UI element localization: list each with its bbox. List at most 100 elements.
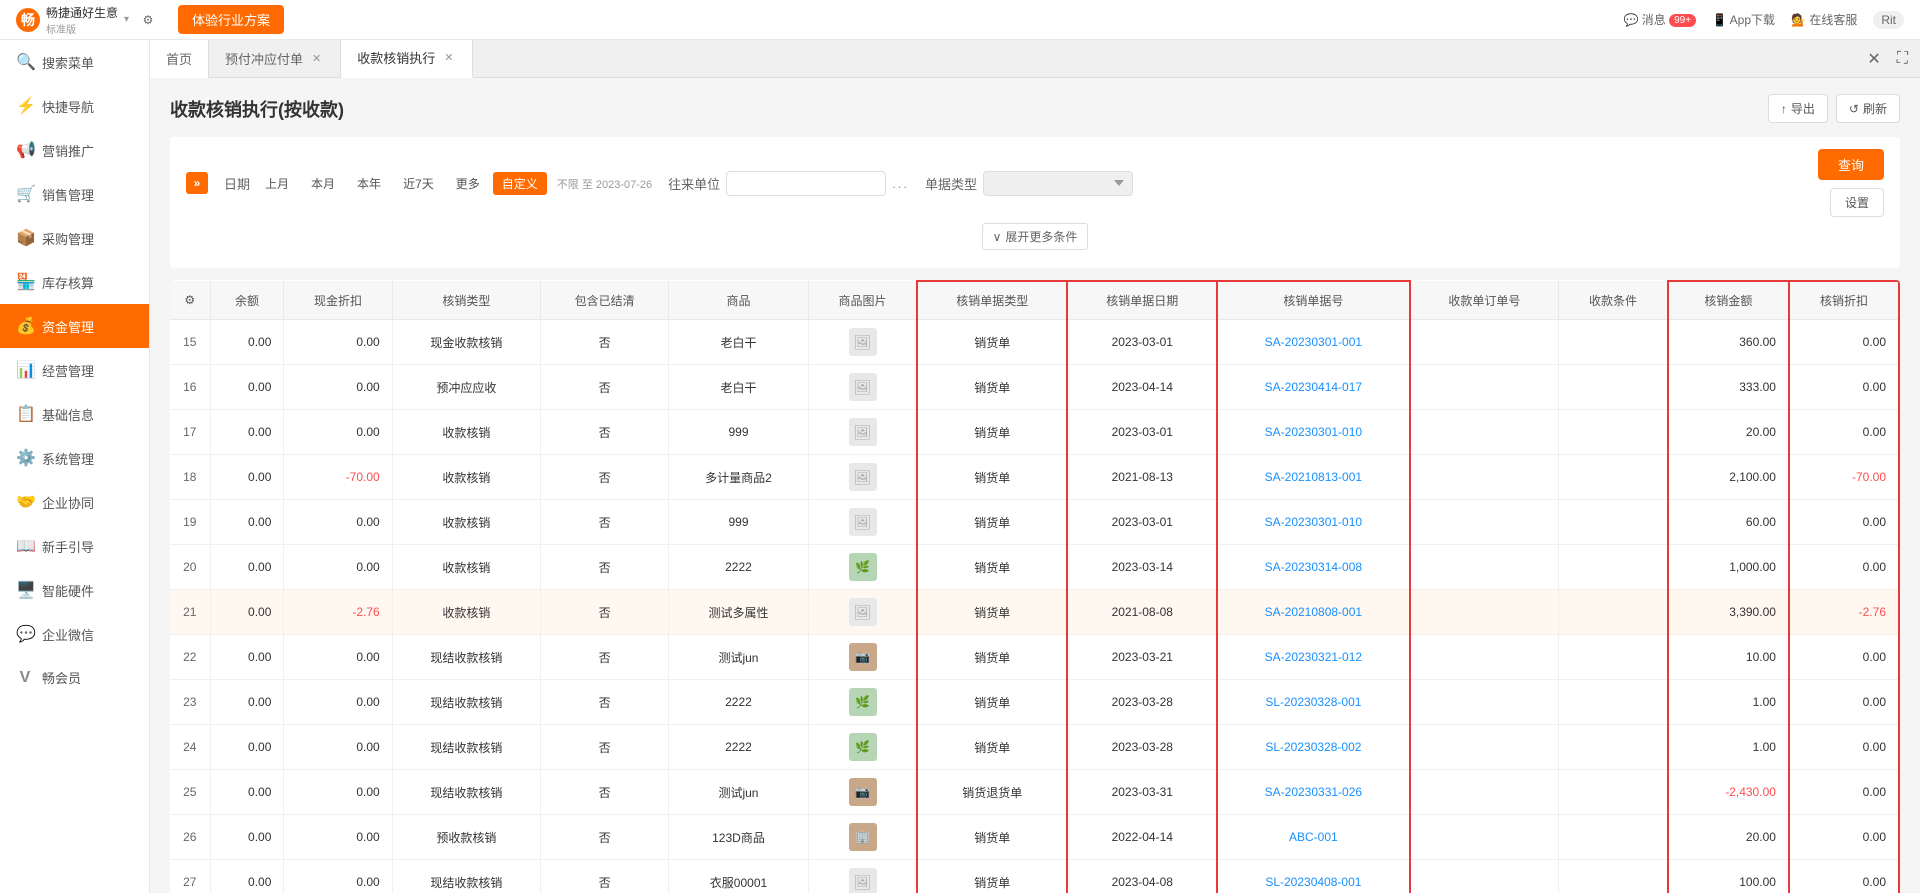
sales-icon: 🛒 <box>16 184 34 204</box>
date-tag-this-month[interactable]: 本月 <box>302 172 344 195</box>
sidebar-label-search: 搜索菜单 <box>42 53 94 72</box>
logo-dropdown-arrow[interactable]: ▾ <box>124 14 129 25</box>
bill-no[interactable]: SA-20230301-001 <box>1217 320 1409 365</box>
refresh-btn[interactable]: ↺ 刷新 <box>1836 94 1900 123</box>
sidebar-item-member[interactable]: V 畅会员 <box>0 656 149 699</box>
bill-no[interactable]: SA-20230414-017 <box>1217 365 1409 410</box>
recv-condition <box>1559 545 1668 590</box>
sidebar-item-purchase[interactable]: 📦 采购管理 <box>0 216 149 260</box>
date-tag-last-month[interactable]: 上月 <box>256 172 298 195</box>
bill-no[interactable]: SA-20230321-012 <box>1217 635 1409 680</box>
row-num: 22 <box>170 635 210 680</box>
settings-btn[interactable]: 设置 <box>1830 188 1884 217</box>
filter-expand-btn[interactable]: » <box>186 172 208 194</box>
tab-prepay-close[interactable]: ✕ <box>309 51 324 66</box>
bill-no-link[interactable]: SA-20230321-012 <box>1265 650 1362 664</box>
bill-no[interactable]: SL-20230408-001 <box>1217 860 1409 893</box>
sidebar-item-nav[interactable]: ⚡ 快捷导航 <box>0 84 149 128</box>
sidebar-item-finance[interactable]: 💰 资金管理 <box>0 304 149 348</box>
bill-no-link[interactable]: SA-20230331-026 <box>1265 785 1362 799</box>
bill-no-link[interactable]: SA-20210808-001 <box>1265 605 1362 619</box>
bill-no-link[interactable]: SL-20230328-002 <box>1265 740 1361 754</box>
tab-close-all-btn[interactable]: ✕ <box>1863 45 1884 73</box>
expand-conditions-btn[interactable]: ∨ 展开更多条件 <box>982 223 1089 250</box>
sidebar-item-hardware[interactable]: 🖥️ 智能硬件 <box>0 568 149 612</box>
bill-no[interactable]: SA-20230331-026 <box>1217 770 1409 815</box>
bill-no[interactable]: SA-20210808-001 <box>1217 590 1409 635</box>
sidebar-item-guide[interactable]: 📖 新手引导 <box>0 524 149 568</box>
industry-btn[interactable]: 体验行业方案 <box>178 5 284 34</box>
product: 2222 <box>669 680 808 725</box>
bill-no[interactable]: SA-20210813-001 <box>1217 455 1409 500</box>
row-num: 15 <box>170 320 210 365</box>
table-row: 23 0.00 0.00 现结收款核销 否 2222 🌿 销货单 2023-03… <box>170 680 1899 725</box>
guide-icon: 📖 <box>16 536 34 556</box>
bill-no-link[interactable]: SL-20230408-001 <box>1265 875 1361 889</box>
order-type-select[interactable] <box>983 171 1133 196</box>
date-tag-this-year[interactable]: 本年 <box>348 172 390 195</box>
bill-no[interactable]: SL-20230328-002 <box>1217 725 1409 770</box>
tab-home-label: 首页 <box>166 49 192 68</box>
bill-no[interactable]: SA-20230301-010 <box>1217 500 1409 545</box>
bill-no-link[interactable]: SA-20230314-008 <box>1265 560 1362 574</box>
bill-no-link[interactable]: SA-20230301-010 <box>1265 425 1362 439</box>
data-table: ⚙ 余额 现金折扣 核销类型 包含已结清 商品 商品图片 核销单据类型 核销单据… <box>170 280 1900 893</box>
balance: 0.00 <box>210 500 284 545</box>
wechat-icon: 💬 <box>16 624 34 644</box>
tab-home[interactable]: 首页 <box>150 40 209 78</box>
discount-value: 0.00 <box>356 560 379 574</box>
recv-order-no <box>1410 635 1559 680</box>
bill-no-link[interactable]: SA-20230301-010 <box>1265 515 1362 529</box>
writeoff-type: 预冲应应收 <box>392 365 540 410</box>
sidebar-item-base[interactable]: 📋 基础信息 <box>0 392 149 436</box>
date-tag-7days[interactable]: 近7天 <box>394 172 443 195</box>
balance: 0.00 <box>210 860 284 893</box>
bill-date: 2023-04-14 <box>1067 365 1217 410</box>
discount-value: 0.00 <box>356 335 379 349</box>
tab-prepay[interactable]: 预付冲应付单 ✕ <box>209 40 341 78</box>
from-unit-input[interactable] <box>726 171 886 196</box>
sidebar-item-marketing[interactable]: 📢 营销推广 <box>0 128 149 172</box>
bill-no-link[interactable]: SL-20230328-001 <box>1265 695 1361 709</box>
writeoff-amount-value: 1,000.00 <box>1729 560 1776 574</box>
product-img-cell: 🖼 <box>808 410 917 455</box>
tab-fullscreen-btn[interactable]: ⛶ <box>1893 46 1912 72</box>
contains-settled: 否 <box>540 680 668 725</box>
bill-type: 销货单 <box>917 500 1067 545</box>
marketing-icon: 📢 <box>16 140 34 160</box>
sidebar-item-business[interactable]: 📊 经营管理 <box>0 348 149 392</box>
date-tag-custom[interactable]: 自定义 <box>493 172 547 195</box>
bill-no[interactable]: SL-20230328-001 <box>1217 680 1409 725</box>
sidebar-item-collab[interactable]: 🤝 企业协同 <box>0 480 149 524</box>
settings-icon[interactable]: ⚙ <box>135 7 161 33</box>
bill-type: 销货单 <box>917 860 1067 893</box>
sidebar-item-search[interactable]: 🔍 搜索菜单 <box>0 40 149 84</box>
user-name[interactable]: Rit <box>1873 11 1904 29</box>
product-img: 🖼 <box>849 328 877 356</box>
bill-no[interactable]: SA-20230314-008 <box>1217 545 1409 590</box>
filter-dots[interactable]: ... <box>892 176 909 191</box>
bill-no-link[interactable]: SA-20230414-017 <box>1265 380 1362 394</box>
writeoff-amount-value: 1.00 <box>1753 740 1776 754</box>
bill-no-link[interactable]: SA-20210813-001 <box>1265 470 1362 484</box>
messages-area[interactable]: 💬 消息 99+ <box>1623 11 1696 28</box>
sidebar-item-inventory[interactable]: 🏪 库存核算 <box>0 260 149 304</box>
export-btn[interactable]: ↑ 导出 <box>1768 94 1828 123</box>
tab-writeoff-close[interactable]: ✕ <box>441 50 456 65</box>
bill-no[interactable]: SA-20230301-010 <box>1217 410 1409 455</box>
bill-no[interactable]: ABC-001 <box>1217 815 1409 860</box>
bill-no-link[interactable]: SA-20230301-001 <box>1265 335 1362 349</box>
date-tag-more[interactable]: 更多 <box>447 172 489 195</box>
bill-no-link[interactable]: ABC-001 <box>1289 830 1338 844</box>
th-writeoff-amount: 核销金额 <box>1668 281 1789 320</box>
query-btn[interactable]: 查询 <box>1818 149 1884 180</box>
th-gear[interactable]: ⚙ <box>170 281 210 320</box>
online-service[interactable]: 💁 在线客服 <box>1791 11 1857 28</box>
sidebar-item-sales[interactable]: 🛒 销售管理 <box>0 172 149 216</box>
app-download[interactable]: 📱 App下载 <box>1712 11 1775 28</box>
sidebar: 🔍 搜索菜单 ⚡ 快捷导航 📢 营销推广 🛒 销售管理 📦 采购管理 🏪 库存核… <box>0 40 150 893</box>
tab-writeoff[interactable]: 收款核销执行 ✕ <box>341 40 473 78</box>
sidebar-item-wechat[interactable]: 💬 企业微信 <box>0 612 149 656</box>
product-img: 🖼 <box>849 508 877 536</box>
sidebar-item-system[interactable]: ⚙️ 系统管理 <box>0 436 149 480</box>
